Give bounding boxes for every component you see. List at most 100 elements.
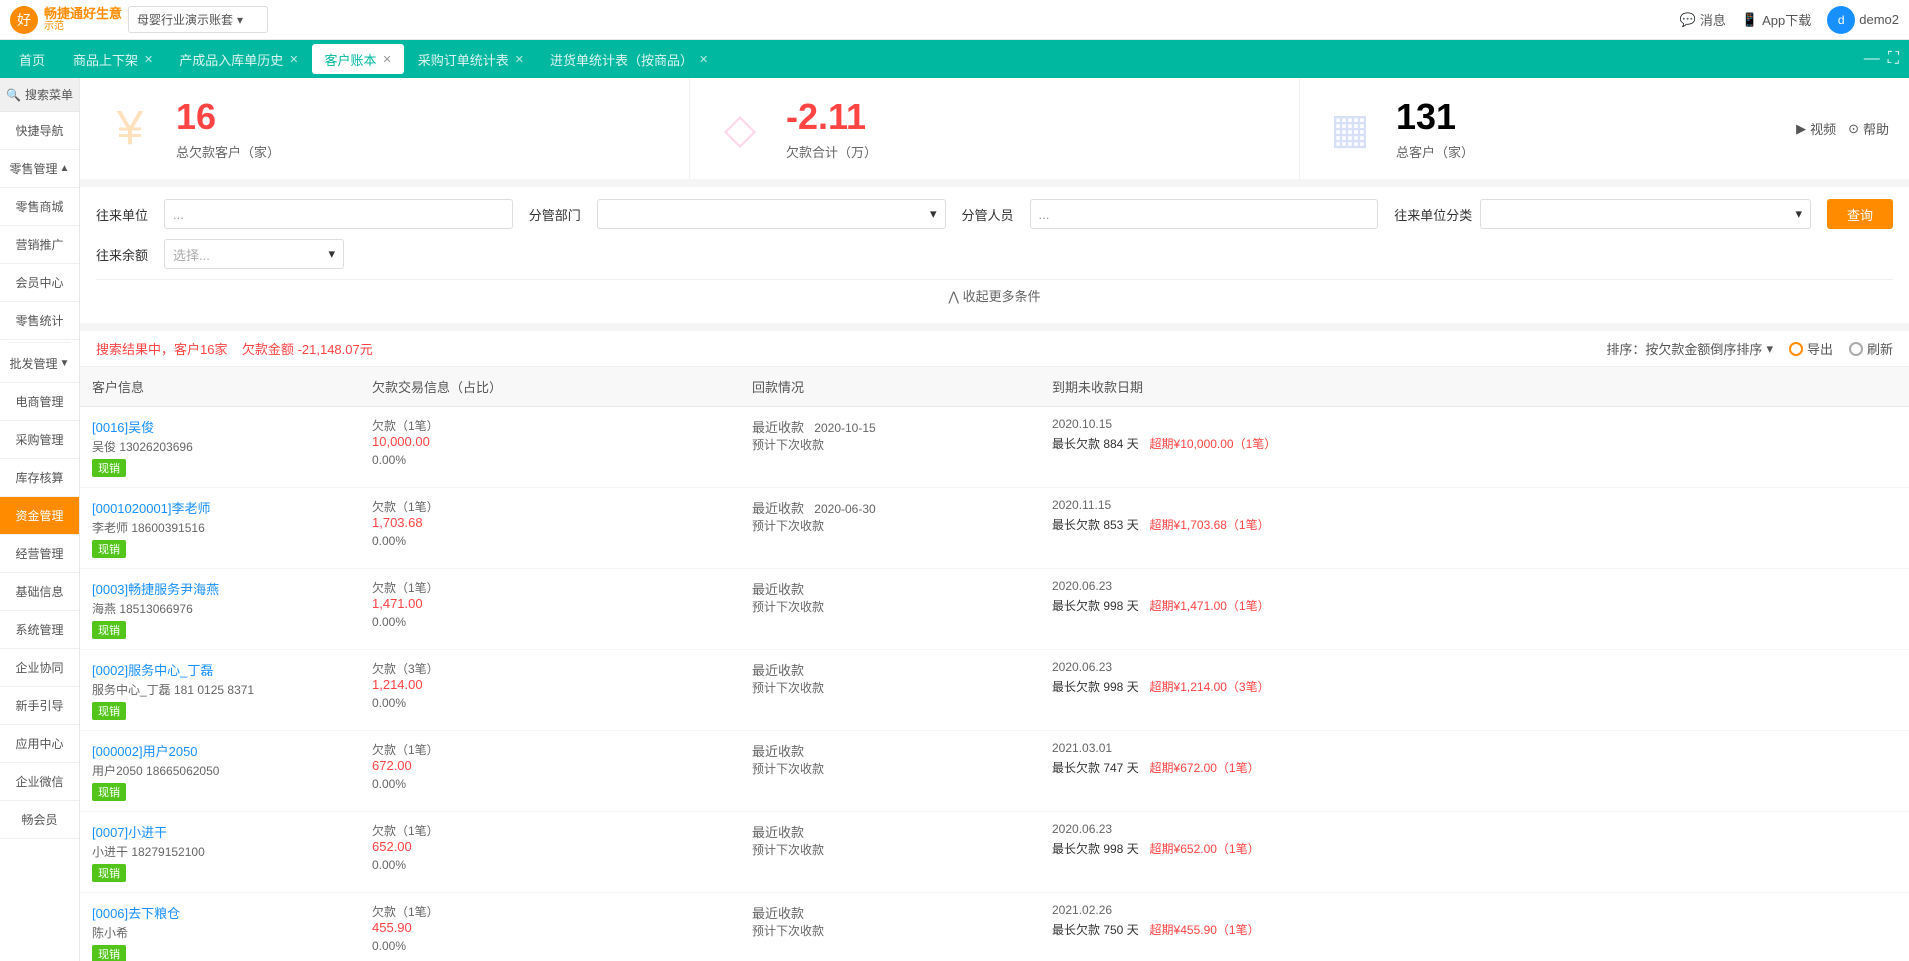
sidebar-item-retail-store[interactable]: 零售商城: [0, 188, 79, 226]
export-button[interactable]: 导出: [1789, 339, 1833, 358]
debt-info-cell: 欠款（1笔） 1,471.00 0.00%: [360, 569, 740, 650]
user-menu[interactable]: d demo2: [1827, 6, 1899, 34]
tab-customer-account-label: 客户账本: [324, 50, 376, 69]
chevron-down-sort: ▾: [1766, 341, 1773, 357]
tab-customer-account[interactable]: 客户账本 ✕: [312, 44, 403, 74]
filter-remain: 往来余额 选择... ▾: [96, 239, 1893, 269]
overdue-days: 最长欠款 998 天: [1052, 842, 1139, 856]
table-row: [0016]吴俊 吴俊 13026203696 现销 欠款（1笔） 10,000…: [80, 407, 1909, 488]
dept-select[interactable]: ▾: [597, 199, 946, 229]
table-header: 客户信息 欠款交易信息（占比） 回款情况 到期未收款日期: [80, 367, 1909, 407]
dept-label: 分管部门: [529, 205, 589, 224]
overdue-date-cell: 2021.02.26 最长欠款 750 天 超期¥455.90（1笔）: [1040, 893, 1909, 961]
window-maximize-icon[interactable]: ⛶: [1888, 50, 1899, 68]
batch-mgmt-label: 批发管理: [10, 355, 58, 372]
debt-note: 欠款（1笔）: [372, 498, 728, 515]
sidebar-item-operations[interactable]: 经营管理: [0, 535, 79, 573]
debt-info-cell: 欠款（1笔） 672.00 0.00%: [360, 731, 740, 812]
source-unit-label: 往来单位: [96, 205, 156, 224]
sidebar-item-marketing[interactable]: 营销推广: [0, 226, 79, 264]
next-collection: 预计下次收款: [752, 922, 1028, 939]
retail-stats-label: 零售统计: [4, 312, 75, 329]
sidebar-item-enterprise-wechat[interactable]: 企业微信: [0, 763, 79, 801]
search-button[interactable]: 查询: [1827, 199, 1893, 229]
overdue-date-cell: 2020.06.23 最长欠款 998 天 超期¥1,214.00（3笔）: [1040, 650, 1909, 731]
overdue-amount[interactable]: 超期¥652.00（1笔）: [1150, 842, 1260, 856]
sidebar-item-retail-mgmt[interactable]: 零售管理 ▲: [0, 150, 79, 188]
tab-import-stats-close[interactable]: ✕: [699, 53, 708, 66]
overdue-amount[interactable]: 超期¥10,000.00（1笔）: [1150, 437, 1277, 451]
latest-label: 最近收款: [752, 501, 804, 516]
sidebar-item-capital-mgmt[interactable]: 资金管理: [0, 497, 79, 535]
sidebar-item-ecommerce[interactable]: 电商管理: [0, 383, 79, 421]
sidebar-item-system-mgmt[interactable]: 系统管理: [0, 611, 79, 649]
sidebar-item-member-center[interactable]: 会员中心: [0, 264, 79, 302]
tab-home[interactable]: 首页: [5, 44, 59, 74]
customer-info-cell: [0006]去下粮仓 陈小希 现销: [80, 893, 360, 961]
customer-link[interactable]: [000002]用户2050: [92, 744, 198, 759]
company-name: 母婴行业演示账套: [137, 11, 233, 28]
table-row: [0002]服务中心_丁磊 服务中心_丁磊 181 0125 8371 现销 欠…: [80, 650, 1909, 731]
tab-product-shelf-close[interactable]: ✕: [144, 53, 153, 66]
sidebar-item-search-menu[interactable]: 🔍 搜索菜单: [0, 78, 79, 112]
debt-amount: 672.00: [372, 758, 728, 773]
overdue-amount-label: 欠款合计（万）: [786, 142, 1279, 161]
collapse-button[interactable]: ⋀ 收起更多条件: [96, 279, 1893, 311]
next-collection: 预计下次收款: [752, 841, 1028, 858]
latest-label: 最近收款: [752, 582, 804, 597]
customer-link[interactable]: [0001020001]李老师: [92, 501, 211, 516]
sidebar-item-quick-nav[interactable]: 快捷导航: [0, 112, 79, 150]
tab-purchase-order-close[interactable]: ✕: [515, 53, 524, 66]
customer-link[interactable]: [0016]吴俊: [92, 420, 154, 435]
tab-production-history[interactable]: 产成品入库单历史 ✕: [167, 44, 310, 74]
sidebar-item-vip-member[interactable]: 畅会员: [0, 801, 79, 839]
sidebar-item-new-guide[interactable]: 新手引导: [0, 687, 79, 725]
customer-link[interactable]: [0007]小进干: [92, 825, 167, 840]
sidebar-item-batch-mgmt[interactable]: 批发管理 ▼: [0, 345, 79, 383]
overdue-amount[interactable]: 超期¥1,471.00（1笔）: [1150, 599, 1270, 613]
sidebar-item-retail-stats[interactable]: 零售统计: [0, 302, 79, 340]
overdue-amount[interactable]: 超期¥455.90（1笔）: [1150, 923, 1260, 937]
sidebar-item-basic-info[interactable]: 基础信息: [0, 573, 79, 611]
remain-select[interactable]: 选择... ▾: [164, 239, 344, 269]
tab-import-stats[interactable]: 进货单统计表（按商品） ✕: [538, 44, 720, 74]
message-button[interactable]: 💬 消息: [1680, 10, 1726, 29]
debt-amount: 1,703.68: [372, 515, 728, 530]
logo-icon: 好: [10, 6, 38, 34]
tab-production-history-close[interactable]: ✕: [289, 53, 298, 66]
video-action[interactable]: ▶ 视频: [1796, 119, 1836, 138]
overdue-amount[interactable]: 超期¥672.00（1笔）: [1150, 761, 1260, 775]
col-customer-info: 客户信息: [80, 367, 360, 407]
tab-customer-account-close[interactable]: ✕: [383, 53, 392, 66]
overdue-amount[interactable]: 超期¥1,214.00（3笔）: [1150, 680, 1270, 694]
sidebar-item-app-center[interactable]: 应用中心: [0, 725, 79, 763]
customer-link[interactable]: [0006]去下粮仓: [92, 906, 180, 921]
tab-product-shelf[interactable]: 商品上下架 ✕: [61, 44, 165, 74]
sidebar-item-purchase-mgmt[interactable]: 采购管理: [0, 421, 79, 459]
table-row: [0001020001]李老师 李老师 18600391516 现销 欠款（1笔…: [80, 488, 1909, 569]
filter-source-unit: 往来单位 ...: [96, 199, 513, 229]
help-action[interactable]: ⊙ 帮助: [1848, 119, 1889, 138]
company-selector[interactable]: 母婴行业演示账套 ▾: [128, 6, 268, 33]
window-minimize-icon[interactable]: —: [1864, 50, 1880, 68]
tab-purchase-order[interactable]: 采购订单统计表 ✕: [406, 44, 536, 74]
debt-info-cell: 欠款（1笔） 652.00 0.00%: [360, 812, 740, 893]
source-unit-input[interactable]: ...: [164, 199, 513, 229]
debt-info-cell: 欠款（1笔） 455.90 0.00%: [360, 893, 740, 961]
refresh-button[interactable]: 刷新: [1849, 339, 1893, 358]
person-input[interactable]: ...: [1030, 199, 1379, 229]
logo-subtext: 示范: [44, 21, 122, 33]
status-badge: 现销: [92, 540, 126, 558]
unit-category-select[interactable]: ▾: [1480, 199, 1811, 229]
overdue-amount[interactable]: 超期¥1,703.68（1笔）: [1150, 518, 1270, 532]
app-download-button[interactable]: 📱 App下载: [1742, 10, 1811, 29]
sidebar-item-enterprise-collab[interactable]: 企业协同: [0, 649, 79, 687]
marketing-label: 营销推广: [4, 236, 75, 253]
sort-select[interactable]: 排序：按欠款金额倒序排序 ▾: [1606, 339, 1773, 358]
customer-link[interactable]: [0003]畅捷服务尹海燕: [92, 582, 219, 597]
sidebar-item-inventory[interactable]: 库存核算: [0, 459, 79, 497]
basic-info-label: 基础信息: [4, 583, 75, 600]
status-badge: 现销: [92, 702, 126, 720]
customer-phone: 吴俊 13026203696: [92, 438, 348, 455]
customer-link[interactable]: [0002]服务中心_丁磊: [92, 663, 213, 678]
